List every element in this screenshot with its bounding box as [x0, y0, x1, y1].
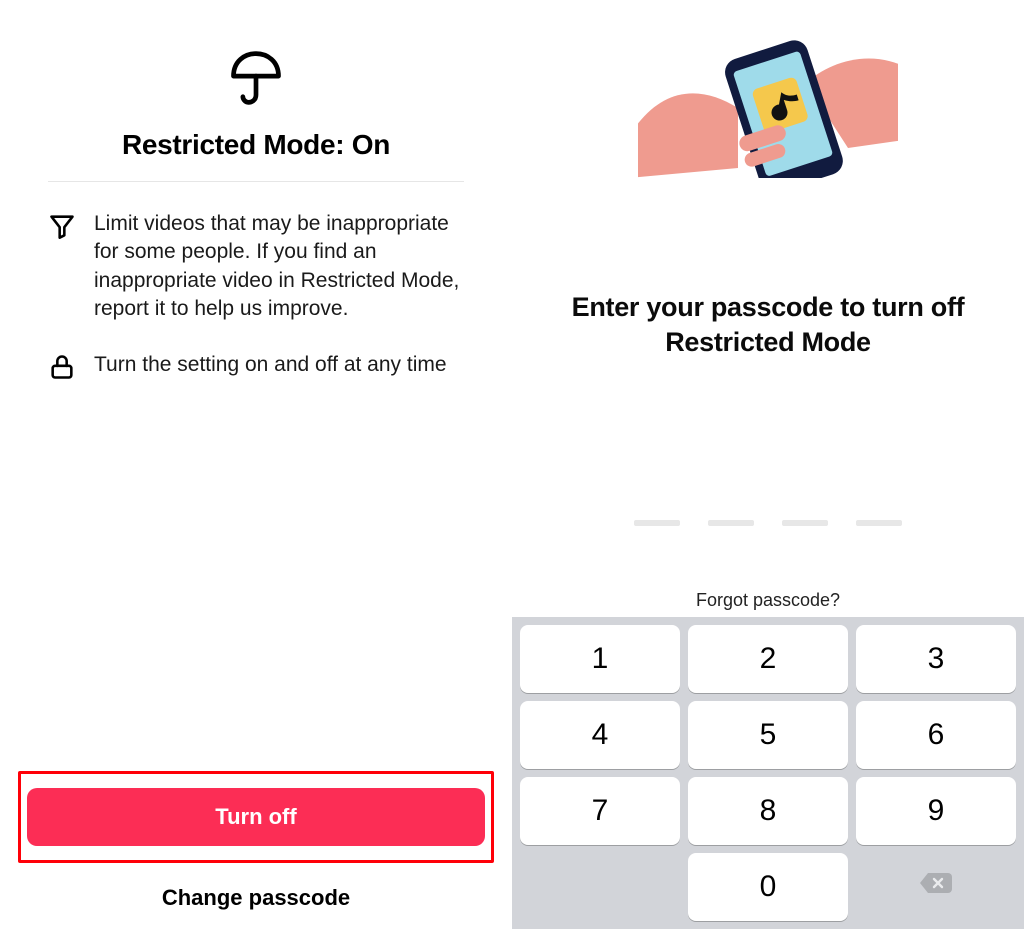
keypad-1[interactable]: 1 [520, 625, 680, 693]
divider [48, 181, 464, 182]
feature-lock-row: Turn the setting on and off at any time [48, 351, 464, 381]
feature-filter-text: Limit videos that may be inappropriate f… [94, 210, 464, 323]
forgot-passcode-link[interactable]: Forgot passcode? [696, 590, 840, 611]
keypad-7[interactable]: 7 [520, 777, 680, 845]
keypad-backspace[interactable] [856, 853, 1016, 921]
passcode-input-slots[interactable] [512, 520, 1024, 526]
keypad-9[interactable]: 9 [856, 777, 1016, 845]
change-passcode-button[interactable]: Change passcode [162, 885, 350, 911]
restricted-mode-panel: Restricted Mode: On Limit videos that ma… [0, 0, 512, 929]
feature-filter-row: Limit videos that may be inappropriate f… [48, 210, 464, 323]
keypad-4[interactable]: 4 [520, 701, 680, 769]
keypad-5[interactable]: 5 [688, 701, 848, 769]
numeric-keypad: 1 2 3 4 5 6 7 8 9 0 [512, 617, 1024, 929]
passcode-title: Enter your passcode to turn off Restrict… [572, 292, 965, 357]
lock-icon [48, 353, 76, 381]
backspace-icon [918, 869, 954, 905]
turn-off-button[interactable]: Turn off [27, 788, 485, 846]
filter-icon [48, 212, 76, 240]
keypad-6[interactable]: 6 [856, 701, 1016, 769]
keypad-8[interactable]: 8 [688, 777, 848, 845]
hands-phone-illustration [512, 0, 1024, 180]
keypad-3[interactable]: 3 [856, 625, 1016, 693]
keypad-empty [520, 853, 680, 921]
umbrella-icon [226, 95, 286, 112]
passcode-entry-panel: Enter your passcode to turn off Restrict… [512, 0, 1024, 929]
feature-lock-text: Turn the setting on and off at any time [94, 351, 447, 379]
highlight-frame: Turn off [18, 771, 494, 863]
keypad-2[interactable]: 2 [688, 625, 848, 693]
page-title: Restricted Mode: On [122, 129, 390, 160]
keypad-0[interactable]: 0 [688, 853, 848, 921]
